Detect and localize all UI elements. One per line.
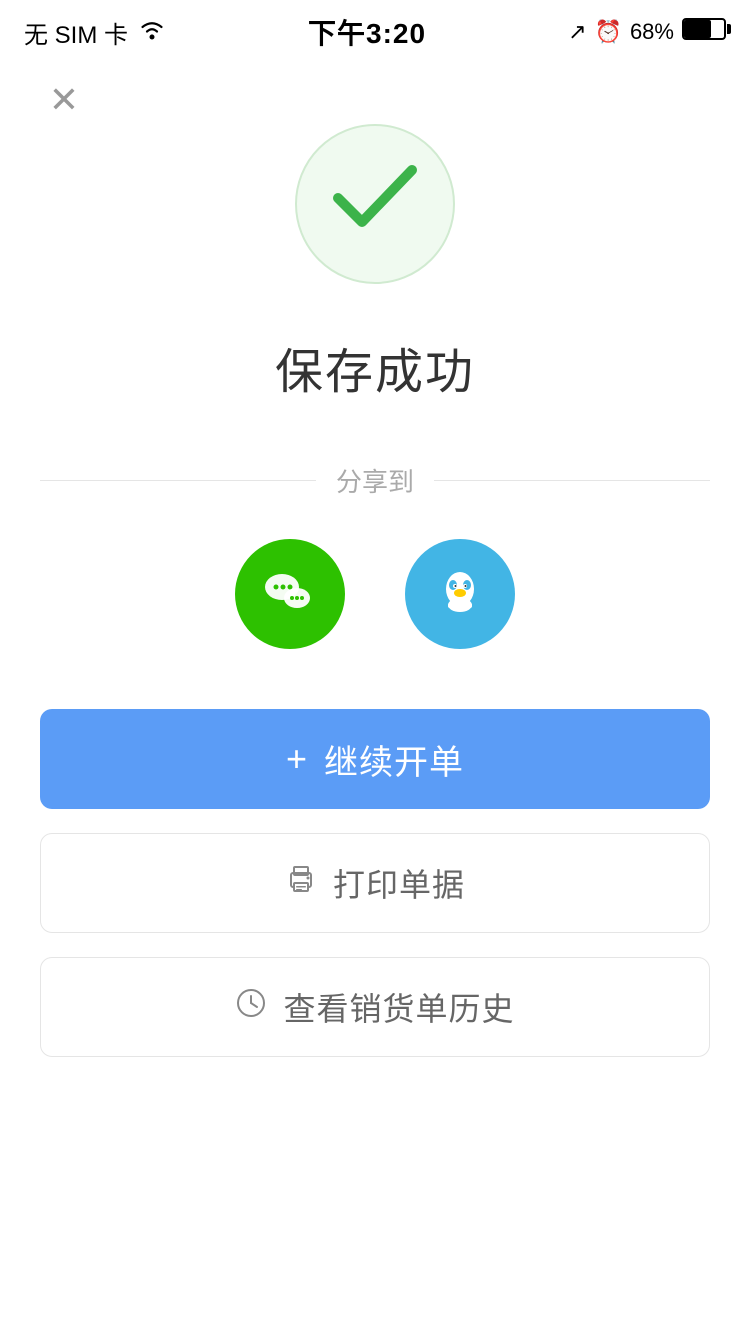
divider-left [40, 480, 316, 481]
plus-icon: + [286, 738, 308, 780]
checkmark-icon [330, 162, 420, 247]
main-content: 保存成功 分享到 [0, 64, 750, 1057]
status-bar: 无 SIM 卡 下午3:20 ↗ ⏰ 68% [0, 0, 750, 64]
history-label: 查看销货单历史 [283, 984, 514, 1030]
share-divider: 分享到 [40, 462, 710, 499]
continue-label: 继续开单 [324, 735, 464, 784]
continue-button[interactable]: + 继续开单 [40, 709, 710, 809]
share-section: 分享到 [0, 462, 750, 649]
location-icon: ↗ [568, 19, 586, 45]
status-left: 无 SIM 卡 [24, 15, 166, 50]
clock-icon [235, 987, 267, 1027]
alarm-icon: ⏰ [595, 19, 622, 45]
sim-status: 无 SIM 卡 [24, 15, 128, 50]
close-icon: ✕ [49, 79, 79, 121]
history-button[interactable]: 查看销货单历史 [40, 957, 710, 1057]
print-button[interactable]: 打印单据 [40, 833, 710, 933]
status-right: ↗ ⏰ 68% [568, 18, 726, 46]
battery-icon [682, 18, 726, 46]
status-time: 下午3:20 [308, 12, 426, 52]
success-title: 保存成功 [275, 332, 475, 402]
action-buttons: + 继续开单 打印单据 [0, 709, 750, 1057]
share-label: 分享到 [316, 462, 434, 499]
qq-share-button[interactable] [405, 539, 515, 649]
battery-percent: 68% [630, 19, 674, 45]
success-circle [295, 124, 455, 284]
close-button[interactable]: ✕ [40, 76, 88, 124]
printer-icon [285, 863, 317, 903]
print-label: 打印单据 [333, 860, 465, 906]
share-icons [40, 539, 710, 649]
wechat-share-button[interactable] [235, 539, 345, 649]
divider-right [434, 480, 710, 481]
wifi-icon [138, 18, 166, 47]
